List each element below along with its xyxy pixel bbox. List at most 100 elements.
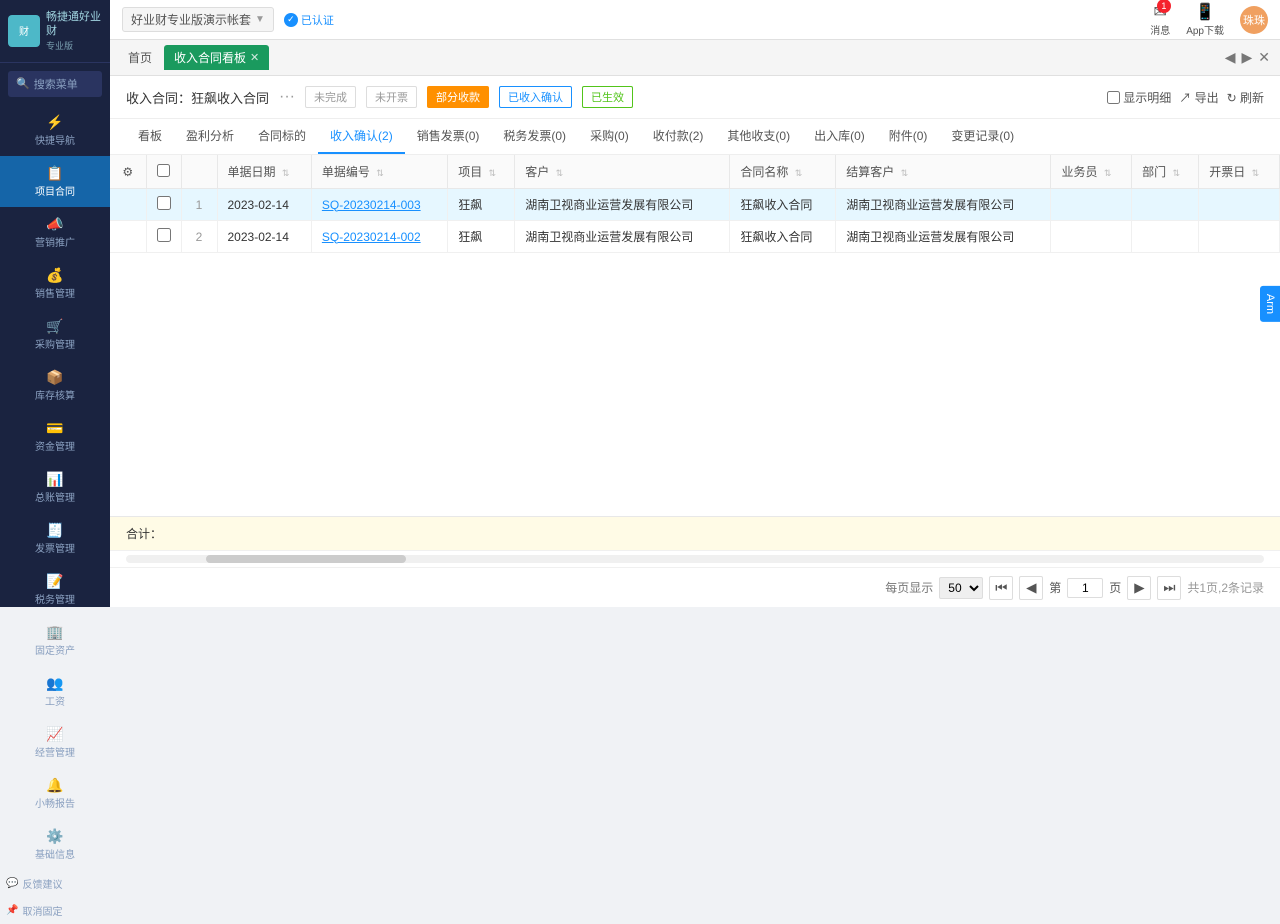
subtabs: 看板 盈利分析 合同标的 收入确认(2) 销售发票(0) 税务发票(0) 采购(…	[110, 119, 1280, 155]
cell-check-2	[146, 221, 181, 253]
last-page-button[interactable]: ⏭	[1157, 576, 1181, 600]
tab-change-log[interactable]: 变更记录(0)	[939, 119, 1026, 154]
tab-sales-invoice[interactable]: 销售发票(0)	[405, 119, 492, 154]
sidebar-item-basic[interactable]: ⚙️ 基础信息	[0, 819, 110, 870]
right-action-button[interactable]: Arm	[1260, 285, 1280, 321]
sidebar-item-fund[interactable]: 💳 资金管理	[0, 411, 110, 462]
user-avatar[interactable]: 珠珠	[1240, 6, 1268, 34]
row-checkbox-2[interactable]	[157, 228, 171, 242]
sidebar-item-invoice[interactable]: 🧾 发票管理	[0, 513, 110, 564]
logo-icon: 财	[8, 15, 40, 47]
status-confirmed[interactable]: 已收入确认	[499, 86, 572, 108]
select-all-checkbox[interactable]	[157, 164, 170, 177]
fund-icon: 💳	[45, 419, 65, 439]
tab-payment[interactable]: 收付款(2)	[641, 119, 716, 154]
cell-check-1	[146, 189, 181, 221]
date-sort-icon: ⇅	[282, 168, 290, 178]
invoice-icon: 🧾	[45, 521, 65, 541]
sidebar-footer-pin[interactable]: 📌 取消固定	[0, 897, 110, 924]
col-customer[interactable]: 客户 ⇅	[515, 155, 730, 189]
company-selector[interactable]: 好业财专业版演示帐套 ▼	[122, 7, 274, 32]
tab-income-confirm[interactable]: 收入确认(2)	[318, 119, 405, 154]
col-project[interactable]: 项目 ⇅	[448, 155, 515, 189]
message-button[interactable]: ✉ 1 消息	[1150, 2, 1170, 37]
sidebar-item-report[interactable]: 🔔 小畅报告	[0, 768, 110, 819]
status-nobill[interactable]: 未开票	[366, 86, 417, 108]
col-contract[interactable]: 合同名称 ⇅	[730, 155, 836, 189]
cell-code-1: SQ-20230214-003	[311, 189, 447, 221]
cell-billdate-2	[1199, 221, 1280, 253]
table-row[interactable]: 2 2023-02-14 SQ-20230214-002 狂飙 湖南卫视商业运营…	[110, 221, 1280, 253]
first-page-button[interactable]: ⏮	[989, 576, 1013, 600]
customer-sort-icon: ⇅	[556, 168, 564, 178]
sidebar-item-purchase[interactable]: 🛒 采购管理	[0, 309, 110, 360]
settings-icon[interactable]: ⚙	[122, 165, 133, 179]
sidebar-item-project[interactable]: 📋 项目合同	[0, 156, 110, 207]
general-icon: 📊	[45, 470, 65, 490]
col-date[interactable]: 单据日期 ⇅	[217, 155, 311, 189]
home-tab[interactable]: 首页	[120, 45, 160, 70]
scrollbar-track	[126, 555, 1264, 563]
scrollbar-thumb[interactable]	[206, 555, 406, 563]
app-download-button[interactable]: 📱 App下载	[1186, 2, 1224, 37]
export-button[interactable]: ↗ 导出	[1179, 89, 1218, 106]
marketing-icon: 📣	[45, 215, 65, 235]
tax-icon: 📝	[45, 572, 65, 592]
col-code[interactable]: 单据编号 ⇅	[311, 155, 447, 189]
cell-customer-2: 湖南卫视商业运营发展有限公司	[515, 221, 730, 253]
contract-more-button[interactable]: ···	[279, 88, 295, 106]
tab-purchase[interactable]: 采购(0)	[578, 119, 641, 154]
cell-settings-2	[110, 221, 146, 253]
tab-other-income[interactable]: 其他收支(0)	[715, 119, 802, 154]
next-page-button[interactable]: ▶	[1127, 576, 1151, 600]
tab-close-icon[interactable]: ✕	[250, 51, 259, 64]
sidebar-item-labor[interactable]: 👥 工资	[0, 666, 110, 717]
code-link-1[interactable]: SQ-20230214-003	[322, 198, 421, 212]
summary-row: 合计：	[110, 516, 1280, 550]
tab-next-icon[interactable]: ▶	[1241, 49, 1252, 66]
cell-num-1: 1	[181, 189, 217, 221]
refresh-button[interactable]: ↻ 刷新	[1227, 89, 1264, 106]
show-detail-checkbox[interactable]	[1107, 91, 1120, 104]
col-salesperson[interactable]: 业务员 ⇅	[1051, 155, 1132, 189]
sidebar-quick-nav[interactable]: ⚡ 快捷导航	[0, 105, 110, 156]
search-menu-button[interactable]: 🔍 搜索菜单	[8, 71, 102, 97]
col-dept[interactable]: 部门 ⇅	[1132, 155, 1199, 189]
status-effective[interactable]: 已生效	[582, 86, 633, 108]
row-checkbox-1[interactable]	[157, 196, 171, 210]
sidebar-footer-feedback[interactable]: 💬 反馈建议	[0, 870, 110, 897]
per-page-select[interactable]: 50	[939, 577, 983, 599]
summary-label: 合计：	[126, 525, 162, 542]
show-detail-check[interactable]: 显示明细	[1107, 89, 1171, 106]
active-tab[interactable]: 收入合同看板 ✕	[164, 45, 269, 70]
col-settings[interactable]: ⚙	[110, 155, 146, 189]
tab-profit[interactable]: 盈利分析	[174, 119, 246, 154]
code-sort-icon: ⇅	[376, 168, 384, 178]
prev-page-button[interactable]: ◀	[1019, 576, 1043, 600]
tab-prev-icon[interactable]: ◀	[1225, 49, 1236, 66]
tab-contract-std[interactable]: 合同标的	[246, 119, 318, 154]
tab-tax-invoice[interactable]: 税务发票(0)	[491, 119, 578, 154]
col-settle-customer[interactable]: 结算客户 ⇅	[836, 155, 1051, 189]
status-incomplete[interactable]: 未完成	[305, 86, 356, 108]
page-input[interactable]	[1067, 578, 1103, 598]
tab-attachment[interactable]: 附件(0)	[877, 119, 940, 154]
table-row[interactable]: 1 2023-02-14 SQ-20230214-003 狂飙 湖南卫视商业运营…	[110, 189, 1280, 221]
tab-board[interactable]: 看板	[126, 119, 174, 154]
logo-text: 畅捷通好业财 专业版	[46, 10, 102, 52]
sidebar-item-marketing[interactable]: 📣 营销推广	[0, 207, 110, 258]
sidebar-item-sales[interactable]: 💰 销售管理	[0, 258, 110, 309]
contract-header-actions: 显示明细 ↗ 导出 ↻ 刷新	[1107, 89, 1264, 106]
tab-out-warehouse[interactable]: 出入库(0)	[802, 119, 877, 154]
sidebar: 财 畅捷通好业财 专业版 🔍 搜索菜单 ⚡ 快捷导航 📋 项目合同 📣 营销推广…	[0, 0, 110, 607]
sidebar-item-general[interactable]: 📊 总账管理	[0, 462, 110, 513]
status-partial[interactable]: 部分收款	[427, 86, 489, 108]
col-bill-date[interactable]: 开票日 ⇅	[1199, 155, 1280, 189]
page-label-after: 页	[1109, 579, 1121, 596]
sidebar-item-manage[interactable]: 📈 经营管理	[0, 717, 110, 768]
sidebar-item-fixed[interactable]: 🏢 固定资产	[0, 615, 110, 666]
tab-close-all-icon[interactable]: ✕	[1258, 49, 1270, 66]
sidebar-item-inventory[interactable]: 📦 库存核算	[0, 360, 110, 411]
code-link-2[interactable]: SQ-20230214-002	[322, 230, 421, 244]
project-icon: 📋	[45, 164, 65, 184]
